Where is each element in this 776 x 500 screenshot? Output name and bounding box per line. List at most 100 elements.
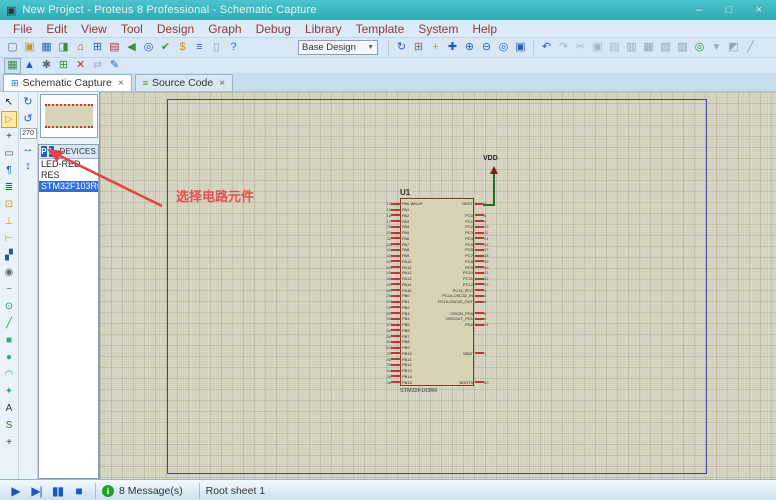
search-dropdown-icon[interactable]: ▾ [708,40,725,56]
2d-marker-icon[interactable]: + [1,434,17,451]
zoom-area-icon[interactable]: ▣ [512,40,529,56]
menu-item[interactable]: Help [465,22,504,36]
device-pins-icon[interactable]: ⊢ [1,230,17,247]
2d-box-icon[interactable]: ■ [1,332,17,349]
search-parts-icon[interactable]: ◎ [691,40,708,56]
graph-mode-icon[interactable]: ▞ [1,247,17,264]
2d-symbol-icon[interactable]: S [1,417,17,434]
pin-stub[interactable] [391,340,400,343]
menu-item[interactable]: Template [349,22,412,36]
new-sheet-icon[interactable]: ⊞ [55,58,72,74]
save-project-icon[interactable]: ▦ [38,40,55,56]
pcb-layout-module-icon[interactable]: ▤ [106,40,123,56]
pin-stub[interactable] [391,306,400,309]
pin-stub[interactable] [475,260,484,263]
menu-item[interactable]: Library [298,22,349,36]
pin-stub[interactable] [475,220,484,223]
pin-stub[interactable] [475,271,484,274]
pin-stub[interactable] [475,294,484,297]
pin-stub[interactable] [391,254,400,257]
junction-dot-icon[interactable]: + [1,128,17,145]
pin-stub[interactable] [391,369,400,372]
menu-item[interactable]: Edit [39,22,74,36]
edit-properties-icon[interactable]: ◩ [725,40,742,56]
home-page-icon[interactable]: ⌂ [72,40,89,56]
tape-recorder-icon[interactable]: ◉ [1,264,17,281]
buses-icon[interactable]: ≣ [1,179,17,196]
undo-icon[interactable]: ↶ [538,40,555,56]
pin-stub[interactable] [475,202,484,205]
device-list-item[interactable]: RES [39,170,98,181]
pin-stub[interactable] [391,225,400,228]
menu-item[interactable]: Graph [201,22,248,36]
pin-stub[interactable] [475,214,484,217]
pin-stub[interactable] [391,323,400,326]
component-mode-icon[interactable]: ▷ [1,111,17,128]
document-tab[interactable]: ≡ Source Code × [134,74,234,91]
pin-stub[interactable] [475,312,484,315]
pin-stub[interactable] [475,266,484,269]
message-info-icon[interactable]: i [102,485,114,497]
schematic-capture-module-icon[interactable]: ⊞ [89,40,106,56]
pin-stub[interactable] [391,220,400,223]
open-project-icon[interactable]: ▣ [21,40,38,56]
pin-stub[interactable] [475,300,484,303]
pin-stub[interactable] [391,335,400,338]
pin-stub[interactable] [475,237,484,240]
pin-stub[interactable] [391,352,400,355]
tab-close-icon[interactable]: × [118,78,124,89]
design-tools-icon[interactable]: ╱ [742,40,759,56]
2d-arc-icon[interactable]: ◠ [1,366,17,383]
wire[interactable] [493,174,495,205]
pin-stub[interactable] [391,283,400,286]
pin-stub[interactable] [391,277,400,280]
subcircuit-icon[interactable]: ⊡ [1,196,17,213]
root-sheet-icon[interactable]: ▦ [4,57,21,74]
2d-text-icon[interactable]: A [1,400,17,417]
pin-stub[interactable] [391,248,400,251]
pin-stub[interactable] [475,352,484,355]
design-explorer-icon[interactable]: ✔ [157,40,174,56]
selection-mode-icon[interactable]: ↖ [1,94,17,111]
copy-icon[interactable]: ▣ [589,40,606,56]
design-configuration-icon[interactable]: ✱ [38,58,55,74]
message-count[interactable]: 8 Message(s) [119,485,183,497]
design-combo[interactable]: Base Design ▼ [298,40,378,55]
text-script-icon[interactable]: ¶ [1,162,17,179]
terminals-icon[interactable]: ⊥ [1,213,17,230]
menu-item[interactable]: View [74,22,114,36]
gerber-viewer-icon[interactable]: ◎ [140,40,157,56]
minimize-button[interactable]: – [692,4,706,16]
pin-stub[interactable] [391,202,400,205]
pin-stub[interactable] [391,317,400,320]
menu-item[interactable]: Tool [114,22,150,36]
pin-stub[interactable] [475,254,484,257]
menu-item[interactable]: Design [150,22,201,36]
zoom-in-icon[interactable]: ⊕ [461,40,478,56]
pin-stub[interactable] [391,346,400,349]
mirror-vertical-icon[interactable]: ↕ [20,158,36,173]
close-button[interactable]: × [752,4,766,16]
zoom-all-icon[interactable]: ◎ [495,40,512,56]
edit-script-icon[interactable]: ✎ [106,58,123,74]
new-page-icon[interactable]: ▯ [208,40,225,56]
block-move-icon[interactable]: ▦ [640,40,657,56]
generator-mode-icon[interactable]: ~ [1,281,17,298]
menu-item[interactable]: Debug [249,22,298,36]
step-button[interactable]: ▶| [26,482,47,500]
goto-sheet-icon[interactable]: ⇄ [89,58,106,74]
device-list-item[interactable]: LED-RED [39,159,98,170]
rotate-clockwise-icon[interactable]: ↻ [20,94,36,109]
pin-stub[interactable] [391,231,400,234]
pin-stub[interactable] [391,363,400,366]
schematic-canvas[interactable]: VDD U1 14 PA0-WKUP 15 PA1 16 PA2 17 PA3 … [100,92,776,479]
rotate-anticlockwise-icon[interactable]: ↺ [20,111,36,126]
stop-button[interactable]: ■ [68,482,89,500]
cut-icon[interactable]: ✂ [572,40,589,56]
pin-stub[interactable] [391,358,400,361]
maximize-button[interactable]: □ [722,4,736,16]
block-copy-icon[interactable]: ▥ [623,40,640,56]
pin-stub[interactable] [391,271,400,274]
pin-stub[interactable] [475,231,484,234]
pin-stub[interactable] [391,300,400,303]
